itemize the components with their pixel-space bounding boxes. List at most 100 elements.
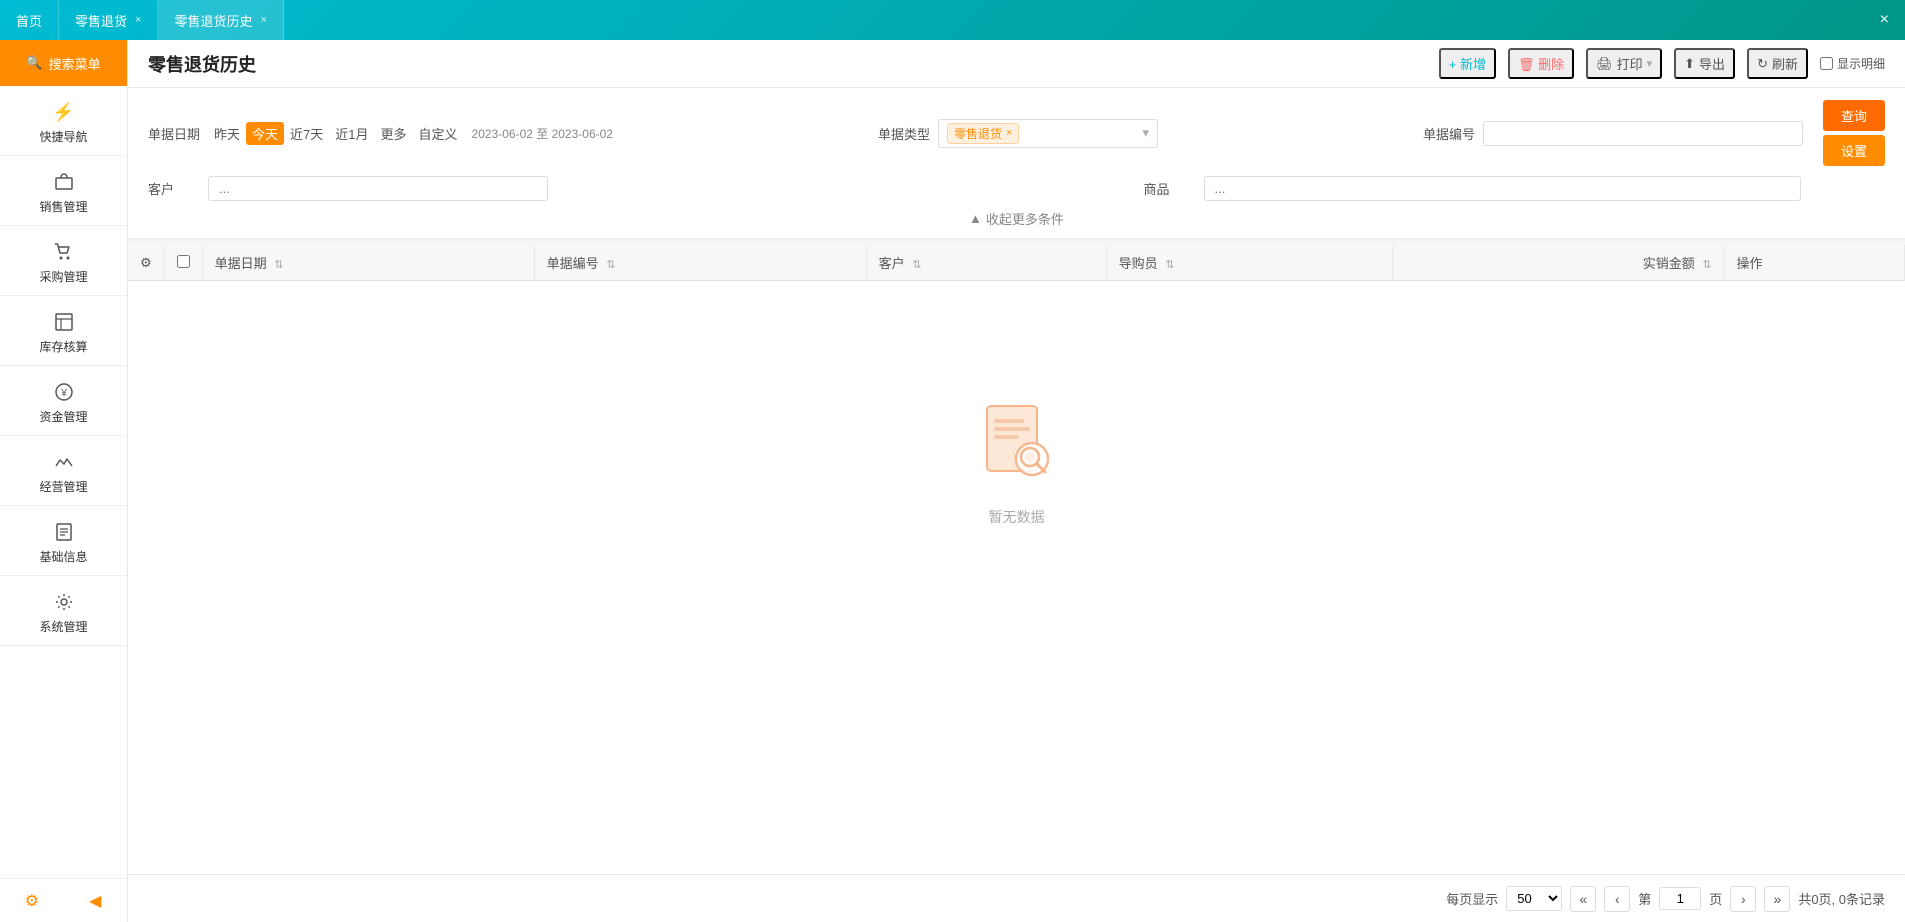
- sidebar-item-quick-nav[interactable]: ⚡ 快捷导航: [0, 86, 127, 156]
- page-unit: 页: [1709, 889, 1722, 908]
- sidebar-item-purchase[interactable]: 采购管理: [0, 226, 127, 296]
- th-settings[interactable]: ⚙: [128, 245, 164, 281]
- print-icon: 🖨: [1596, 56, 1613, 72]
- th-guide-sort-icon[interactable]: ⇅: [1165, 259, 1174, 271]
- customer-filter-input[interactable]: [208, 176, 548, 201]
- tab-home[interactable]: 首页: [0, 0, 59, 40]
- sales-icon: [52, 170, 76, 194]
- tab-retail-return-history[interactable]: 零售退货历史 ×: [158, 0, 283, 40]
- th-customer: 客户 ⇅: [866, 245, 1106, 281]
- delete-button[interactable]: 🗑 删除: [1508, 48, 1574, 79]
- quick-nav-icon: ⚡: [52, 100, 76, 124]
- inventory-icon: [52, 310, 76, 334]
- sidebar: 🔍 搜索菜单 ⚡ 快捷导航 销售管理 采购管理 库存核算: [0, 40, 128, 922]
- collapse-filter-button[interactable]: ▲ 收起更多条件: [148, 205, 1885, 230]
- th-voucher-sort-icon[interactable]: ⇅: [606, 259, 615, 271]
- collapse-up-icon: ▲: [969, 211, 982, 226]
- page-input[interactable]: [1659, 887, 1701, 910]
- th-voucher-no: 单据编号 ⇅: [534, 245, 866, 281]
- sidebar-item-sales[interactable]: 销售管理: [0, 156, 127, 226]
- refresh-label: 刷新: [1772, 54, 1798, 73]
- date-opt-1month[interactable]: 近1月: [329, 122, 374, 145]
- refresh-button[interactable]: ↻ 刷新: [1747, 48, 1808, 79]
- table-header-row: ⚙ 单据日期 ⇅ 单据编号 ⇅: [128, 245, 1905, 281]
- page-header: 零售退货历史 + 新增 🗑 删除 🖨 打印 ▾ ⬆ 导出 ↻ 刷新: [128, 40, 1905, 88]
- content-area: 零售退货历史 + 新增 🗑 删除 🖨 打印 ▾ ⬆ 导出 ↻ 刷新: [128, 40, 1905, 922]
- finance-icon: ¥: [52, 380, 76, 404]
- customer-filter-label: 客户: [148, 179, 208, 198]
- tab-retail-return[interactable]: 零售退货 ×: [59, 0, 158, 40]
- print-chevron-icon: ▾: [1647, 57, 1653, 70]
- sidebar-item-finance[interactable]: ¥ 资金管理: [0, 366, 127, 436]
- goods-filter-input[interactable]: [1204, 176, 1802, 201]
- main-layout: 🔍 搜索菜单 ⚡ 快捷导航 销售管理 采购管理 库存核算: [0, 40, 1905, 922]
- th-customer-label: 客户: [879, 256, 905, 271]
- th-checkbox[interactable]: [164, 245, 202, 281]
- date-filter-label: 单据日期: [148, 124, 208, 143]
- show-detail-label: 显示明细: [1820, 55, 1885, 72]
- sidebar-item-inventory[interactable]: 库存核算: [0, 296, 127, 366]
- date-opt-yesterday[interactable]: 昨天: [208, 122, 246, 145]
- show-detail-text: 显示明细: [1837, 55, 1885, 72]
- print-button[interactable]: 🖨 打印 ▾: [1586, 48, 1662, 79]
- th-voucher-no-label: 单据编号: [547, 256, 599, 271]
- sidebar-item-basic-info-label: 基础信息: [39, 548, 87, 565]
- page-first-button[interactable]: «: [1570, 886, 1596, 912]
- page-prev-button[interactable]: ‹: [1604, 886, 1630, 912]
- sidebar-audio-button[interactable]: ◀: [64, 879, 128, 922]
- operations-icon: [52, 450, 76, 474]
- type-filter-chevron-icon: ▾: [1142, 125, 1149, 141]
- date-opt-today[interactable]: 今天: [246, 122, 284, 145]
- sidebar-item-operations[interactable]: 经营管理: [0, 436, 127, 506]
- export-button[interactable]: ⬆ 导出: [1674, 48, 1735, 79]
- tab-home-label: 首页: [16, 11, 42, 30]
- tab-bar: 首页 零售退货 × 零售退货历史 ×: [0, 0, 1864, 40]
- voucher-filter-input[interactable]: [1483, 121, 1803, 146]
- export-label: 导出: [1699, 54, 1725, 73]
- empty-state-icon: [967, 391, 1067, 491]
- type-filter-select[interactable]: 零售退货 × ▾: [938, 119, 1158, 148]
- window-close-button[interactable]: ×: [1864, 11, 1905, 29]
- header-actions: + 新增 🗑 删除 🖨 打印 ▾ ⬆ 导出 ↻ 刷新 显示明细: [1439, 48, 1885, 79]
- table-settings-icon[interactable]: ⚙: [140, 255, 152, 270]
- tab-retail-return-close[interactable]: ×: [135, 14, 141, 26]
- voucher-filter-label: 单据编号: [1423, 124, 1483, 143]
- th-date-sort-icon[interactable]: ⇅: [274, 259, 283, 271]
- th-date-label: 单据日期: [215, 256, 267, 271]
- refresh-icon: ↻: [1757, 56, 1768, 72]
- sidebar-item-finance-label: 资金管理: [39, 408, 87, 425]
- tab-retail-return-label: 零售退货: [75, 11, 127, 30]
- sidebar-item-basic-info[interactable]: 基础信息: [0, 506, 127, 576]
- select-all-checkbox[interactable]: [177, 255, 190, 268]
- show-detail-checkbox[interactable]: [1820, 57, 1833, 70]
- date-opt-more[interactable]: 更多: [375, 122, 413, 145]
- pagination-bar: 每页显示 50 100 200 « ‹ 第 页 › » 共0页, 0条记录: [128, 874, 1905, 922]
- th-amount-label: 实销金额: [1643, 256, 1695, 271]
- th-guide: 导购员 ⇅: [1106, 245, 1392, 281]
- sidebar-settings-button[interactable]: ⚙: [0, 879, 64, 922]
- th-amount-sort-icon[interactable]: ⇅: [1702, 259, 1711, 271]
- sidebar-item-system[interactable]: 系统管理: [0, 576, 127, 646]
- sidebar-item-inventory-label: 库存核算: [39, 338, 87, 355]
- new-button[interactable]: + 新增: [1439, 48, 1496, 79]
- settings-button[interactable]: 设置: [1823, 135, 1885, 166]
- goods-filter-label: 商品: [1144, 179, 1204, 198]
- search-icon: 🔍: [26, 55, 42, 71]
- svg-text:¥: ¥: [60, 388, 67, 399]
- table-area: ⚙ 单据日期 ⇅ 单据编号 ⇅: [128, 245, 1905, 922]
- th-customer-sort-icon[interactable]: ⇅: [912, 259, 921, 271]
- page-last-button[interactable]: »: [1764, 886, 1790, 912]
- empty-state: 暂无数据: [128, 281, 1905, 638]
- per-page-select[interactable]: 50 100 200: [1506, 886, 1562, 911]
- th-action-label: 操作: [1737, 256, 1763, 271]
- page-next-button[interactable]: ›: [1730, 886, 1756, 912]
- date-opt-7days[interactable]: 近7天: [284, 122, 329, 145]
- page-label: 第: [1638, 889, 1651, 908]
- type-filter-label: 单据类型: [878, 124, 938, 143]
- sidebar-search[interactable]: 🔍 搜索菜单: [0, 40, 127, 86]
- type-filter-tag-close[interactable]: ×: [1006, 127, 1012, 139]
- export-icon: ⬆: [1684, 56, 1695, 72]
- query-button[interactable]: 查询: [1823, 100, 1885, 131]
- tab-retail-return-history-close[interactable]: ×: [260, 14, 266, 26]
- date-opt-custom[interactable]: 自定义: [413, 122, 464, 145]
